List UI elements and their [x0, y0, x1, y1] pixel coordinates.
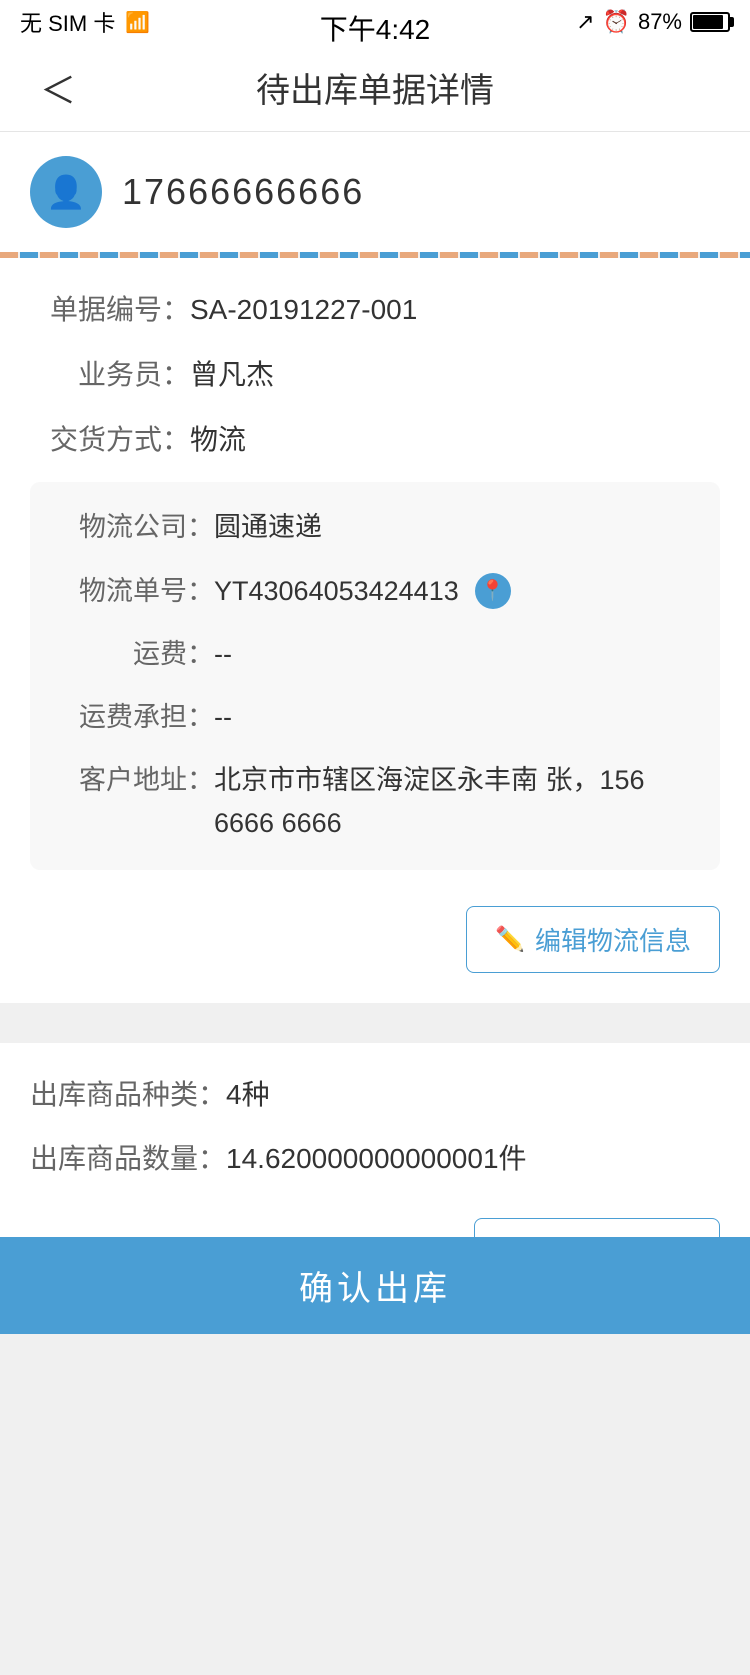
- bottom-spacer: [0, 1575, 750, 1675]
- page-title: 待出库单据详情: [256, 63, 494, 112]
- document-number-value: SA-20191227-001: [190, 288, 720, 333]
- item-quantity-label: 出库商品数量：: [30, 1137, 226, 1182]
- address-row: 客户地址： 北京市市辖区海淀区永丰南 张，156 6666 6666: [54, 759, 696, 845]
- edit-icon: ✏️: [495, 925, 525, 954]
- nav-bar: ＜ 待出库单据详情: [0, 44, 750, 132]
- freight-row: 运费： --: [54, 633, 696, 676]
- freight-bearer-row: 运费承担： --: [54, 696, 696, 739]
- customer-header: 👤 17666666666: [0, 132, 750, 252]
- section-separator-1: [0, 1023, 750, 1043]
- confirm-outbound-button[interactable]: 确认出库: [0, 1261, 750, 1310]
- location-status-icon: ↗: [576, 9, 594, 35]
- carrier-label: 无 SIM 卡: [20, 6, 115, 38]
- status-bar: 无 SIM 卡 📶 下午4:42 ↗ ⏰ 87%: [0, 0, 750, 44]
- logistics-company-value: 圆通速递: [214, 506, 696, 549]
- alarm-icon: ⏰: [603, 9, 630, 35]
- order-info-section: 单据编号： SA-20191227-001 业务员： 曾凡杰 交货方式： 物流 …: [0, 258, 750, 1003]
- back-button[interactable]: ＜: [30, 52, 86, 124]
- delivery-method-row: 交货方式： 物流: [30, 418, 720, 463]
- edit-logistics-button[interactable]: ✏️ 编辑物流信息: [466, 906, 720, 973]
- item-quantity-value: 14.620000000000001件: [226, 1137, 720, 1182]
- battery-percent: 87%: [638, 9, 682, 35]
- status-right: ↗ ⏰ 87%: [576, 9, 730, 35]
- edit-logistics-btn-row: ✏️ 编辑物流信息: [30, 890, 720, 973]
- address-label: 客户地址：: [54, 759, 214, 802]
- avatar-icon: 👤: [46, 173, 86, 211]
- empty-gray-area: [0, 1315, 750, 1575]
- item-types-row: 出库商品种类： 4种: [30, 1073, 720, 1118]
- edit-logistics-label: 编辑物流信息: [535, 921, 691, 958]
- delivery-method-label: 交货方式：: [30, 418, 190, 463]
- track-location-icon[interactable]: 📍: [475, 573, 511, 609]
- item-types-label: 出库商品种类：: [30, 1073, 226, 1118]
- freight-value: --: [214, 633, 696, 676]
- tracking-number-value: YT43064053424413 📍: [214, 570, 696, 613]
- salesperson-value: 曾凡杰: [190, 353, 720, 398]
- freight-bearer-value: --: [214, 696, 696, 739]
- logistics-company-row: 物流公司： 圆通速递: [54, 506, 696, 549]
- document-number-row: 单据编号： SA-20191227-001: [30, 288, 720, 333]
- document-number-label: 单据编号：: [30, 288, 190, 333]
- bottom-action-bar: 确认出库: [0, 1237, 750, 1334]
- battery-icon: [690, 12, 730, 32]
- logistics-card: 物流公司： 圆通速递 物流单号： YT43064053424413 📍 运费： …: [30, 482, 720, 869]
- freight-label: 运费：: [54, 633, 214, 676]
- salesperson-row: 业务员： 曾凡杰: [30, 353, 720, 398]
- address-value: 北京市市辖区海淀区永丰南 张，156 6666 6666: [214, 759, 696, 845]
- salesperson-label: 业务员：: [30, 353, 190, 398]
- tracking-number-row: 物流单号： YT43064053424413 📍: [54, 570, 696, 613]
- customer-phone: 17666666666: [122, 171, 364, 213]
- status-time: 下午4:42: [320, 8, 431, 48]
- delivery-method-value: 物流: [190, 418, 720, 463]
- item-quantity-row: 出库商品数量： 14.620000000000001件: [30, 1137, 720, 1182]
- avatar: 👤: [30, 156, 102, 228]
- logistics-company-label: 物流公司：: [54, 506, 214, 549]
- freight-bearer-label: 运费承担：: [54, 696, 214, 739]
- status-left: 无 SIM 卡 📶: [20, 6, 150, 38]
- tracking-number-label: 物流单号：: [54, 570, 214, 613]
- wifi-icon: 📶: [125, 10, 150, 35]
- item-types-value: 4种: [226, 1073, 720, 1118]
